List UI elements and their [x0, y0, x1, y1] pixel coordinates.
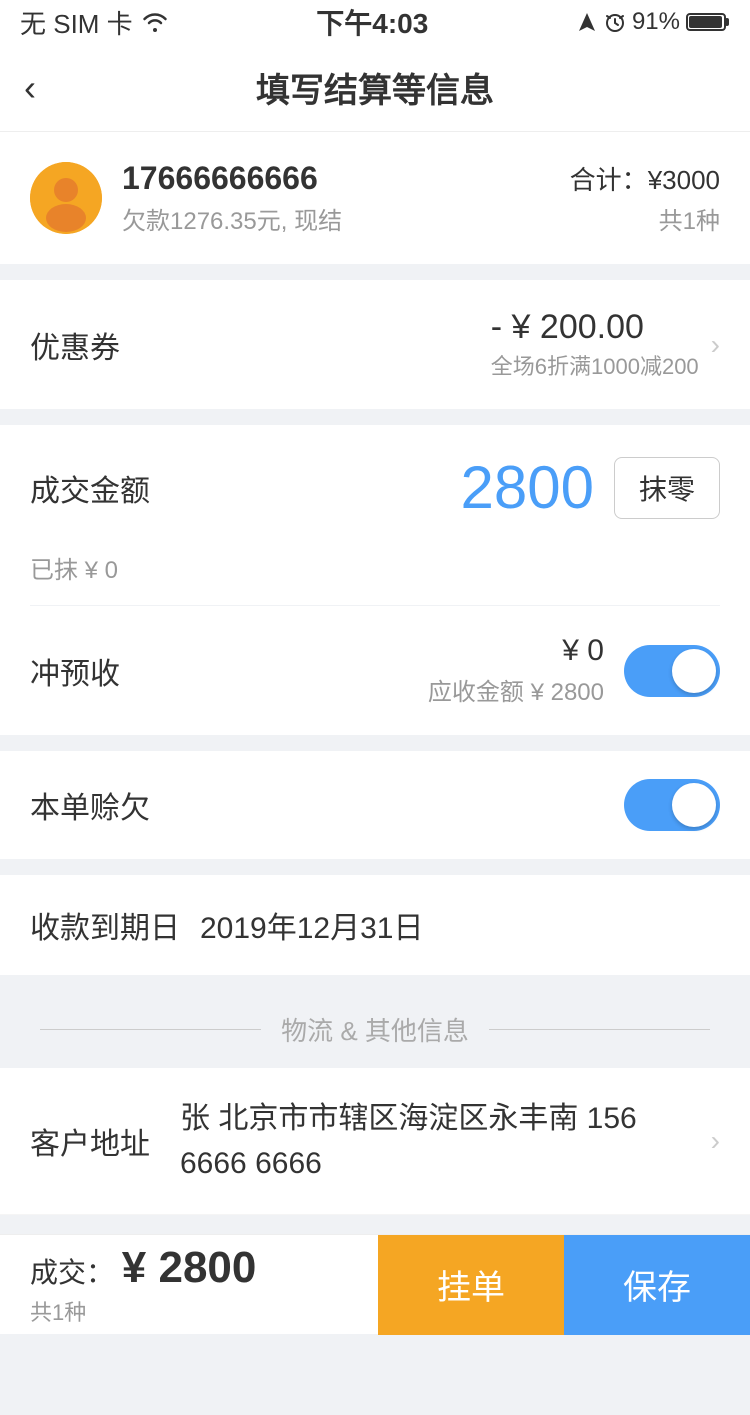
status-bar: 无 SIM 卡 下午4:03 91% [0, 0, 750, 44]
status-right: 91% [576, 8, 730, 36]
bottom-count: 共1种 [30, 1295, 348, 1327]
logistics-line-left [40, 1029, 261, 1030]
due-date-section: 收款到期日 2019年12月31日 [0, 875, 750, 975]
logistics-divider: 物流 & 其他信息 [0, 991, 750, 1068]
coupon-arrow-icon: › [711, 329, 720, 361]
logistics-line-right [489, 1029, 710, 1030]
bottom-info: 成交： ¥ 2800 共1种 [0, 1243, 378, 1327]
avatar [30, 162, 102, 234]
bottom-total-row: 成交： ¥ 2800 [30, 1243, 348, 1293]
rush-toggle[interactable] [624, 645, 720, 697]
amount-sub: 已抹 ¥ 0 [0, 550, 750, 605]
coupon-sub: 全场6折满1000减200 [491, 349, 699, 381]
battery-icon [686, 11, 730, 33]
coupon-label: 优惠券 [30, 323, 120, 367]
user-phone: 17666666666 [122, 160, 342, 197]
credit-toggle-knob [672, 783, 716, 827]
address-value: 张 北京市市辖区海淀区永丰南 156 6666 6666 [180, 1096, 711, 1186]
rush-amount: ¥ 0 [428, 634, 604, 668]
bottom-total-prefix: 成交： [30, 1257, 114, 1288]
logistics-text: 物流 & 其他信息 [281, 1011, 469, 1048]
user-total: 合计：¥3000 共1种 [570, 160, 720, 236]
round-button[interactable]: 抹零 [614, 457, 720, 519]
coupon-right: - ¥ 200.00 全场6折满1000减200 › [491, 308, 720, 381]
credit-toggle[interactable] [624, 779, 720, 831]
rush-right: ¥ 0 应收金额 ¥ 2800 [428, 634, 604, 707]
address-label: 客户地址 [30, 1119, 160, 1163]
rush-toggle-wrap[interactable] [624, 645, 720, 697]
amount-label: 成交金额 [30, 466, 150, 510]
battery-percent: 91% [632, 8, 680, 36]
user-sub: 欠款1276.35元, 现结 [122, 201, 342, 236]
rush-label: 冲预收 [30, 649, 120, 693]
amount-section: 成交金额 2800 抹零 已抹 ¥ 0 冲预收 ¥ 0 应收金额 ¥ 2800 [0, 425, 750, 735]
user-left: 17666666666 欠款1276.35元, 现结 [30, 160, 342, 236]
credit-section: 本单赊欠 [0, 751, 750, 859]
location-icon [576, 11, 598, 33]
credit-label: 本单赊欠 [30, 783, 150, 827]
amount-row: 成交金额 2800 抹零 [0, 425, 750, 550]
credit-toggle-wrap[interactable] [624, 779, 720, 831]
save-button[interactable]: 保存 [564, 1235, 750, 1335]
due-label: 收款到期日 [30, 903, 180, 947]
total-label: 合计：¥3000 [570, 160, 720, 197]
total-count: 共1种 [570, 201, 720, 236]
due-date-row: 收款到期日 2019年12月31日 [30, 903, 720, 947]
coupon-discount: - ¥ 200.00 [491, 308, 699, 347]
wifi-icon [141, 12, 169, 32]
user-details: 17666666666 欠款1276.35元, 现结 [122, 160, 342, 236]
no-sim-label: 无 SIM 卡 [20, 4, 133, 41]
address-row[interactable]: 客户地址 张 北京市市辖区海淀区永丰南 156 6666 6666 › [0, 1068, 750, 1215]
coupon-section[interactable]: 优惠券 - ¥ 200.00 全场6折满1000减200 › [0, 280, 750, 409]
rush-sub: 应收金额 ¥ 2800 [428, 672, 604, 707]
alarm-icon [604, 11, 626, 33]
pending-button[interactable]: 挂单 [378, 1235, 564, 1335]
coupon-details: - ¥ 200.00 全场6折满1000减200 [491, 308, 699, 381]
logistics-section: 物流 & 其他信息 [0, 991, 750, 1068]
status-time: 下午4:03 [316, 2, 428, 42]
amount-right: 2800 抹零 [461, 453, 721, 522]
bottom-total-value: ¥ 2800 [122, 1243, 257, 1292]
rush-row: 冲预收 ¥ 0 应收金额 ¥ 2800 [0, 606, 750, 735]
amount-value: 2800 [461, 453, 594, 522]
user-info-section: 17666666666 欠款1276.35元, 现结 合计：¥3000 共1种 [0, 132, 750, 264]
page-header: ‹ 填写结算等信息 [0, 44, 750, 132]
address-arrow-icon: › [711, 1125, 720, 1157]
due-date-value: 2019年12月31日 [200, 903, 423, 947]
back-button[interactable]: ‹ [24, 67, 36, 109]
status-left: 无 SIM 卡 [20, 4, 169, 41]
bottom-bar: 成交： ¥ 2800 共1种 挂单 保存 [0, 1234, 750, 1334]
address-section[interactable]: 客户地址 张 北京市市辖区海淀区永丰南 156 6666 6666 › [0, 1068, 750, 1215]
page-title: 填写结算等信息 [256, 63, 494, 112]
rush-toggle-knob [672, 649, 716, 693]
